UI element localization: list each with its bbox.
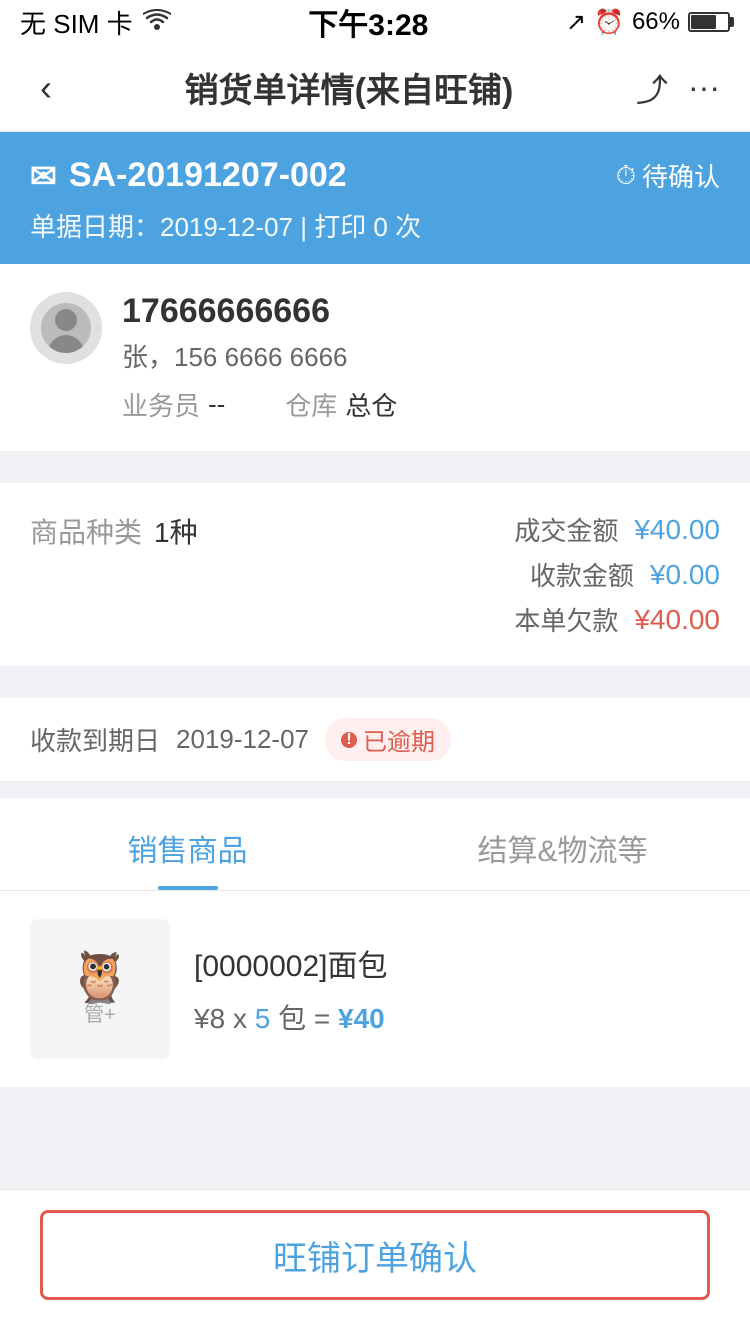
product-thumbnail: 🦉 管+ (30, 919, 170, 1059)
owl-icon: 🦉 (69, 952, 131, 1002)
share-button[interactable]: ⤴ (636, 65, 668, 111)
sales-rep-value: -- (208, 389, 225, 420)
warehouse-item: 仓库 总仓 (285, 386, 397, 423)
customer-phone: 17666666666 (122, 292, 720, 331)
goods-type: 商品种类 1种 (30, 511, 198, 551)
product-info: [0000002]面包 ¥8 x 5 包 = ¥40 (194, 941, 720, 1037)
due-date-value: 2019-12-07 (176, 724, 309, 755)
equals-sign: = (314, 1003, 338, 1034)
nav-actions: ⤴ ··· (636, 65, 720, 111)
product-quantity: 5 (255, 1003, 271, 1034)
status-time: 下午3:28 (308, 0, 428, 44)
avatar (30, 292, 102, 364)
customer-section: 17666666666 张，156 6666 6666 业务员 -- 仓库 总仓 (0, 264, 750, 451)
customer-name: 张，156 6666 6666 (122, 337, 720, 374)
product-logo: 🦉 管+ (69, 952, 131, 1027)
product-item: 🦉 管+ [0000002]面包 ¥8 x 5 包 = ¥40 (0, 891, 750, 1087)
transaction-label: 成交金额 (514, 511, 618, 548)
transaction-row: 成交金额 ¥40.00 (514, 511, 720, 548)
overdue-badge: ! 已逾期 (325, 718, 451, 761)
alarm-icon: ⏰ (594, 8, 624, 37)
nav-bar: ‹ 销货单详情(来自旺铺) ⤴ ··· (0, 44, 750, 132)
battery-icon (688, 12, 730, 32)
product-unit: 包 (278, 1003, 306, 1034)
product-price: ¥8 x 5 包 = ¥40 (194, 997, 720, 1037)
bottom-bar: 旺铺订单确认 (0, 1189, 750, 1334)
order-date-text: 单据日期：2019-12-07 (30, 212, 293, 242)
sales-rep-label: 业务员 (122, 386, 200, 423)
price-separator: x (233, 1003, 255, 1034)
overdue-icon: ! (341, 732, 357, 748)
status-left: 无 SIM 卡 (20, 4, 171, 41)
status-right: ↗ ⏰ 66% (566, 8, 730, 37)
goods-type-label: 商品种类 (30, 511, 142, 551)
due-date-row: 收款到期日 2019-12-07 ! 已逾期 (0, 698, 750, 782)
unit-price: ¥8 (194, 1003, 225, 1034)
amounts: 成交金额 ¥40.00 收款金额 ¥0.00 本单欠款 ¥40.00 (514, 511, 720, 638)
tab-settlement[interactable]: 结算&物流等 (375, 798, 750, 890)
owed-value: ¥40.00 (634, 604, 720, 636)
order-id-row: ✉ SA-20191207-002 ⏱ 待确认 (30, 156, 720, 195)
customer-meta: 业务员 -- 仓库 总仓 (122, 386, 720, 423)
warehouse-value: 总仓 (345, 386, 397, 423)
wifi-icon (143, 7, 171, 38)
tab-settlement-label: 结算&物流等 (477, 835, 647, 868)
divider-2 (0, 682, 750, 698)
tab-sales-goods[interactable]: 销售商品 (0, 798, 375, 890)
confirm-label: 旺铺订单确认 (273, 1231, 477, 1280)
order-status: ⏱ 待确认 (616, 157, 720, 194)
order-id-text: SA-20191207-002 (69, 156, 347, 195)
customer-row: 17666666666 张，156 6666 6666 业务员 -- 仓库 总仓 (30, 292, 720, 423)
product-total: ¥40 (338, 1003, 385, 1034)
due-date-label: 收款到期日 (30, 721, 160, 758)
summary-section: 商品种类 1种 成交金额 ¥40.00 收款金额 ¥0.00 本单欠款 ¥40.… (0, 483, 750, 666)
tabs-container: 销售商品 结算&物流等 (0, 798, 750, 891)
goods-type-value: 1种 (154, 511, 198, 551)
divider-1 (0, 467, 750, 483)
order-date-row: 单据日期：2019-12-07 | 打印 0 次 (30, 207, 720, 244)
battery-percent: 66% (632, 8, 680, 36)
product-name: [0000002]面包 (194, 941, 720, 985)
divider-3 (0, 782, 750, 798)
order-id: ✉ SA-20191207-002 (30, 156, 347, 195)
location-icon: ↗ (566, 8, 586, 37)
confirm-button[interactable]: 旺铺订单确认 (40, 1210, 710, 1300)
order-status-text: 待确认 (642, 157, 720, 194)
order-icon: ✉ (30, 157, 57, 195)
warehouse-label: 仓库 (285, 386, 337, 423)
status-clock-icon: ⏱ (616, 160, 636, 192)
owed-label: 本单欠款 (514, 601, 618, 638)
overdue-text: 已逾期 (363, 722, 435, 757)
order-header: ✉ SA-20191207-002 ⏱ 待确认 单据日期：2019-12-07 … (0, 132, 750, 264)
status-bar: 无 SIM 卡 下午3:28 ↗ ⏰ 66% (0, 0, 750, 44)
carrier-text: 无 SIM 卡 (20, 4, 133, 41)
nav-title: 销货单详情(来自旺铺) (185, 63, 514, 112)
received-label: 收款金额 (530, 556, 634, 593)
plus-label: 管+ (84, 998, 116, 1027)
customer-details: 17666666666 张，156 6666 6666 业务员 -- 仓库 总仓 (122, 292, 720, 423)
tab-sales-label: 销售商品 (128, 835, 248, 868)
summary-row: 商品种类 1种 成交金额 ¥40.00 收款金额 ¥0.00 本单欠款 ¥40.… (30, 511, 720, 638)
sales-rep-item: 业务员 -- (122, 386, 225, 423)
back-button[interactable]: ‹ (30, 57, 62, 119)
more-button[interactable]: ··· (688, 69, 720, 106)
owed-row: 本单欠款 ¥40.00 (514, 601, 720, 638)
received-value: ¥0.00 (650, 559, 720, 591)
transaction-value: ¥40.00 (634, 514, 720, 546)
received-row: 收款金额 ¥0.00 (530, 556, 720, 593)
order-print-info: | 打印 0 次 (300, 212, 421, 242)
